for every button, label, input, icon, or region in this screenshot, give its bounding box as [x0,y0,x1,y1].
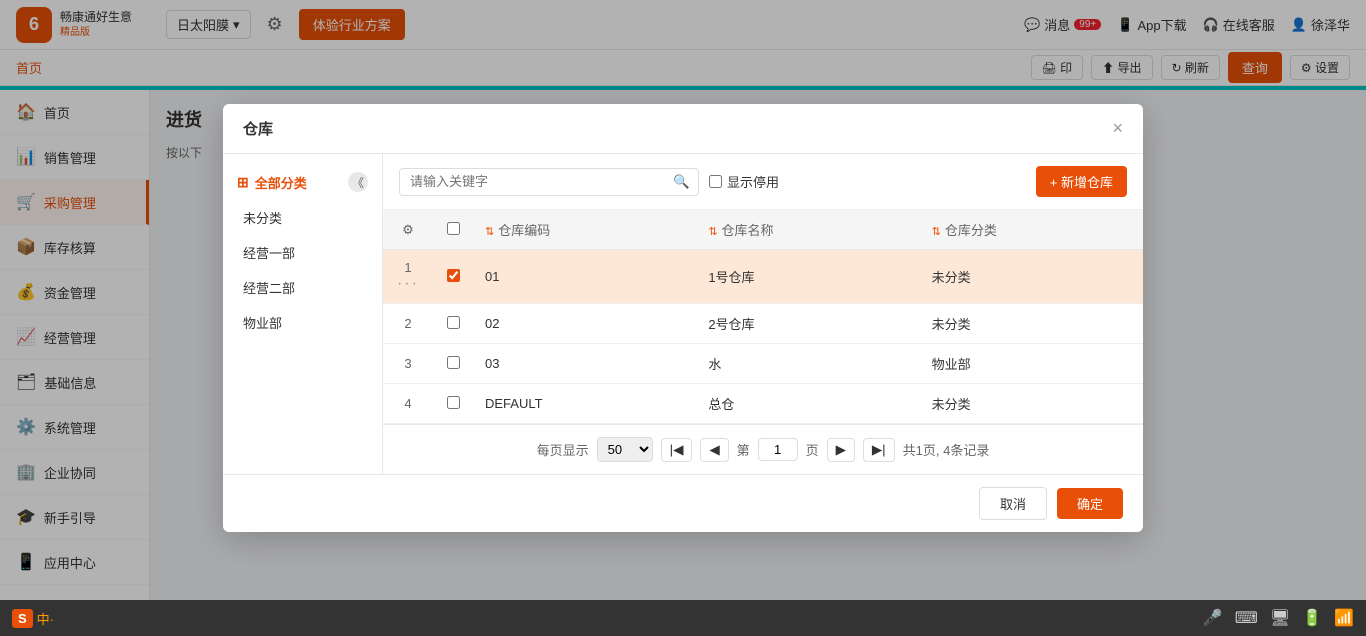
th-settings: ⚙ [383,210,433,250]
modal-toolbar: 🔍 显示停用 + 新增仓库 [383,154,1143,210]
confirm-button[interactable]: 确定 [1057,488,1123,519]
wifi-icon[interactable]: 📶 [1334,608,1354,628]
row-checkbox-cell [433,304,473,344]
row-checkbox[interactable] [447,356,460,369]
sort-icon-code: ⇅ [485,226,494,238]
page-unit: 页 [806,440,819,459]
modal-footer: 取消 确定 [223,474,1143,532]
row-category: 物业部 [920,344,1143,384]
row-checkbox[interactable] [447,396,460,409]
page-label-text: 第 [737,440,750,459]
row-checkbox-cell [433,344,473,384]
search-button[interactable]: 🔍 [665,169,698,195]
cat-item-unclassified[interactable]: 未分类 [223,200,382,235]
cat-all-label: 全部分类 [255,173,307,192]
th-category: ⇅仓库分类 [920,210,1143,250]
new-warehouse-btn[interactable]: + 新增仓库 [1036,166,1127,197]
row-settings-cell: 4 [383,384,433,424]
page-input[interactable] [758,438,798,461]
table-row[interactable]: 4 DEFAULT 总仓 未分类 [383,384,1143,424]
page-next-btn[interactable]: ▶ [827,438,855,462]
modal-body: ⊞ 全部分类 《 未分类 经营一部 经营二部 物业部 🔍 [223,154,1143,474]
cat-item-property[interactable]: 物业部 [223,305,382,340]
page-prev-btn[interactable]: ◀ [700,438,728,462]
sort-icon-cat: ⇅ [932,226,941,238]
warehouse-table-wrap: ⚙ ⇅仓库编码 ⇅仓库名称 ⇅仓库分类 1 ··· 01 1号仓库 未分类 [383,210,1143,424]
th-code: ⇅仓库编码 [473,210,696,250]
row-category: 未分类 [920,250,1143,304]
bottom-logo: S 中· [12,609,54,628]
table-row[interactable]: 2 02 2号仓库 未分类 [383,304,1143,344]
page-first-btn[interactable]: |◀ [661,438,693,462]
th-checkbox [433,210,473,250]
row-name: 水 [696,344,919,384]
modal-overlay: 仓库 × ⊞ 全部分类 《 未分类 经营一部 经营二部 物业部 [0,0,1366,636]
modal-title: 仓库 [243,118,273,139]
cat-item-ops2[interactable]: 经营二部 [223,270,382,305]
row-category: 未分类 [920,304,1143,344]
row-category: 未分类 [920,384,1143,424]
row-checkbox[interactable] [447,269,460,282]
cancel-button[interactable]: 取消 [979,487,1047,520]
row-code: 01 [473,250,696,304]
row-settings-cell: 2 [383,304,433,344]
table-row[interactable]: 3 03 水 物业部 [383,344,1143,384]
modal-main: 🔍 显示停用 + 新增仓库 ⚙ [383,154,1143,474]
warehouse-table: ⚙ ⇅仓库编码 ⇅仓库名称 ⇅仓库分类 1 ··· 01 1号仓库 未分类 [383,210,1143,424]
cat-collapse-btn[interactable]: 《 [348,172,368,192]
modal-pagination: 每页显示 102050100 |◀ ◀ 第 页 ▶ ▶| 共1页, 4条记录 [383,424,1143,474]
row-settings-cell: 3 [383,344,433,384]
row-settings-cell: 1 ··· [383,250,433,304]
battery-icon[interactable]: 🔋 [1302,608,1322,628]
modal-header: 仓库 × [223,104,1143,154]
row-name: 1号仓库 [696,250,919,304]
row-checkbox-cell [433,384,473,424]
table-row[interactable]: 1 ··· 01 1号仓库 未分类 [383,250,1143,304]
show-disabled-text: 显示停用 [727,172,779,191]
grid-icon: ⊞ [237,174,249,191]
show-disabled-checkbox[interactable] [709,175,722,188]
per-page-select[interactable]: 102050100 [597,437,653,462]
s-logo: S [12,609,33,628]
warehouse-modal: 仓库 × ⊞ 全部分类 《 未分类 经营一部 经营二部 物业部 [223,104,1143,532]
row-code: 02 [473,304,696,344]
row-name: 总仓 [696,384,919,424]
th-name: ⇅仓库名称 [696,210,919,250]
search-input[interactable] [400,169,665,194]
bottom-bar: S 中· 🎤 ⌨ 🖥 🔋 📶 [0,600,1366,636]
row-code: 03 [473,344,696,384]
row-checkbox[interactable] [447,316,460,329]
cat-item-ops1[interactable]: 经营一部 [223,235,382,270]
table-header-row: ⚙ ⇅仓库编码 ⇅仓库名称 ⇅仓库分类 [383,210,1143,250]
row-checkbox-cell [433,250,473,304]
select-all-checkbox[interactable] [447,222,460,235]
show-disabled-label[interactable]: 显示停用 [709,172,779,191]
modal-close-button[interactable]: × [1112,118,1123,139]
search-box: 🔍 [399,168,699,196]
page-last-btn[interactable]: ▶| [863,438,895,462]
display-icon[interactable]: 🖥 [1270,608,1290,628]
page-total-info: 共1页, 4条记录 [903,440,990,459]
per-page-label: 每页显示 [537,440,589,459]
mic-icon[interactable]: 🎤 [1203,608,1223,628]
category-sidebar: ⊞ 全部分类 《 未分类 经营一部 经营二部 物业部 [223,154,383,474]
row-action-btn[interactable]: ··· [397,275,419,293]
cat-all-header[interactable]: ⊞ 全部分类 《 [223,164,382,200]
table-body: 1 ··· 01 1号仓库 未分类 2 02 2号仓库 未分类 3 03 水 物… [383,250,1143,424]
row-code: DEFAULT [473,384,696,424]
cn-label: 中· [37,609,54,628]
keyboard-icon[interactable]: ⌨ [1235,608,1258,628]
row-name: 2号仓库 [696,304,919,344]
sort-icon-name: ⇅ [708,226,717,238]
